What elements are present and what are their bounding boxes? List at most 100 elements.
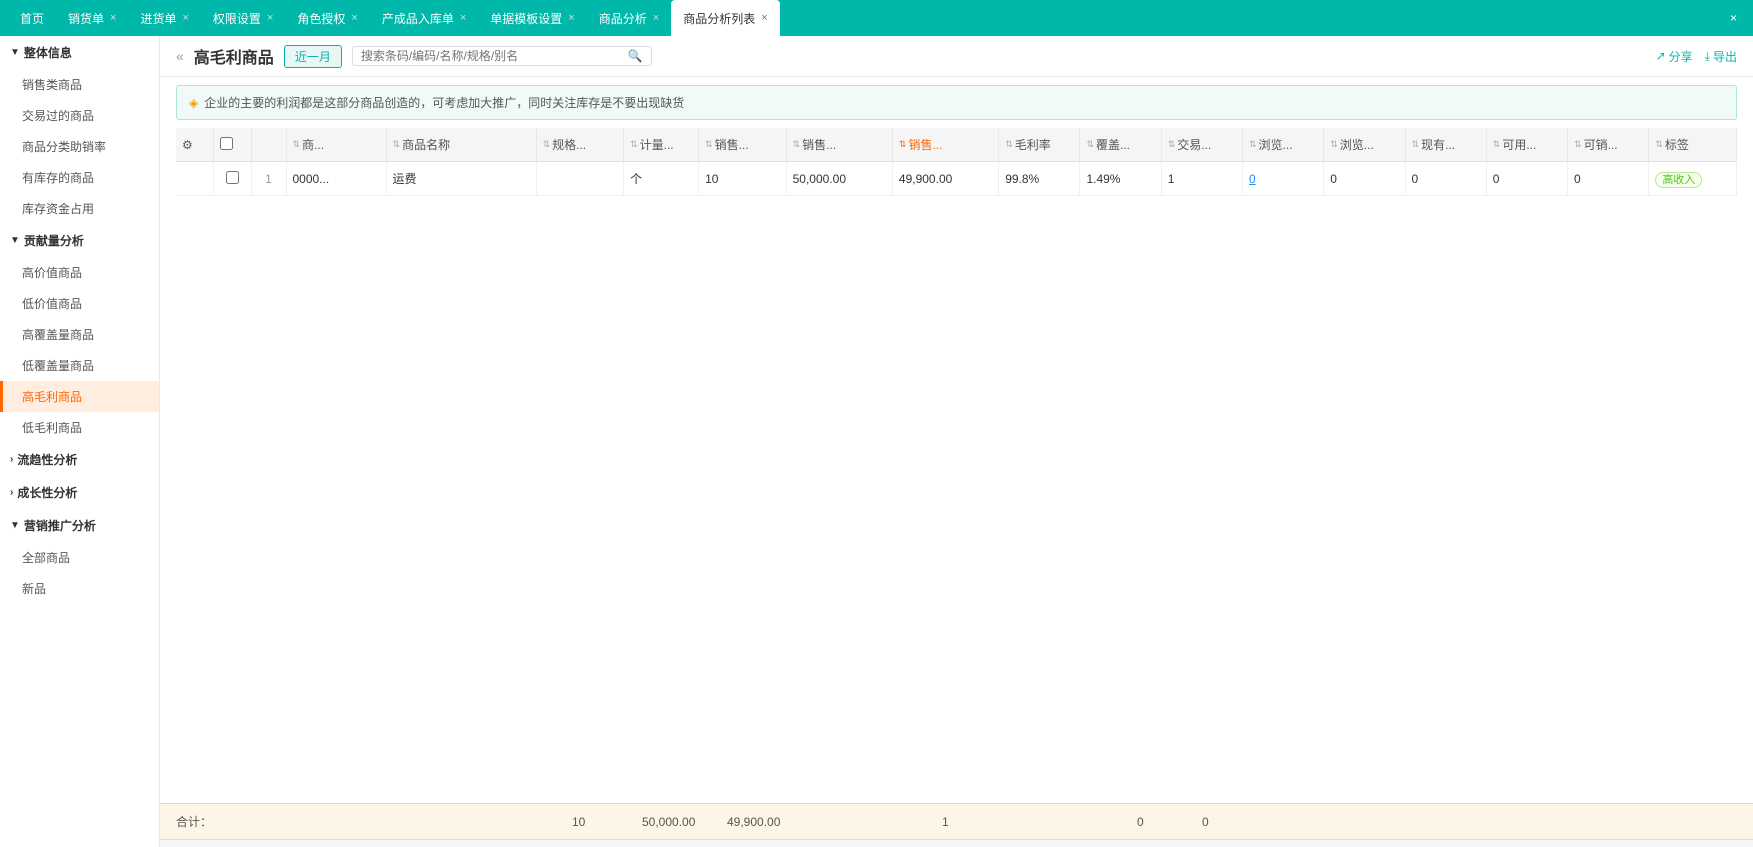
sidebar-item-high-coverage[interactable]: 高覆盖量商品 [0, 319, 159, 350]
sidebar-group-growth[interactable]: › 成长性分析 [0, 476, 159, 509]
nav-product-analysis-list[interactable]: 商品分析列表 × [671, 0, 779, 36]
footer-spacer [256, 815, 566, 829]
table-footer: 合计： 10 50,000.00 49,900.00 1 0 0 [160, 803, 1753, 839]
export-button[interactable]: ⤓ 导出 [1705, 48, 1737, 65]
col-gross-rate[interactable]: ⇅ 毛利率 [999, 128, 1080, 162]
footer-sales2: 50,000.00 [636, 815, 721, 829]
col-saleable[interactable]: ⇅ 可销... [1568, 128, 1649, 162]
select-all-checkbox[interactable] [220, 137, 233, 150]
sidebar-group-trend[interactable]: › 流趋性分析 [0, 443, 159, 476]
col-available[interactable]: ⇅ 可用... [1486, 128, 1567, 162]
cell-browse2: 0 [1324, 162, 1405, 196]
col-unit[interactable]: ⇅ 计量... [624, 128, 699, 162]
sidebar-item-low-margin[interactable]: 低毛利商品 [0, 412, 159, 443]
tag-badge: 高收入 [1655, 172, 1702, 188]
cell-name: 运费 [386, 162, 536, 196]
sidebar-item-all-goods[interactable]: 全部商品 [0, 542, 159, 573]
nav-sales-order[interactable]: 销货单 × [56, 0, 128, 36]
row-checkbox[interactable] [226, 171, 239, 184]
footer-current: 0 [1131, 815, 1196, 829]
sidebar-item-sales-goods[interactable]: 销售类商品 [0, 69, 159, 100]
col-sales1[interactable]: ⇅ 销售... [699, 128, 787, 162]
cell-checkbox [214, 162, 252, 196]
sidebar-item-low-coverage[interactable]: 低覆盖量商品 [0, 350, 159, 381]
footer-browse2 [1066, 815, 1131, 829]
data-table: ⚙ ⇅ 商... [176, 128, 1737, 196]
cell-tag: 高收入 [1649, 162, 1737, 196]
footer-cells: 10 50,000.00 49,900.00 1 0 0 [256, 815, 1737, 829]
col-tag[interactable]: ⇅ 标签 [1649, 128, 1737, 162]
col-sales3[interactable]: ⇅ 销售... [892, 128, 998, 162]
col-name[interactable]: ⇅ 商品名称 [386, 128, 536, 162]
sidebar-item-high-margin[interactable]: 高毛利商品 [0, 381, 159, 412]
nav-product-analysis[interactable]: 商品分析 × [587, 0, 671, 36]
footer-gross-rate [806, 815, 871, 829]
sidebar-group-overall[interactable]: ▼ 整体信息 [0, 36, 159, 69]
cell-code: 0000... [286, 162, 386, 196]
cell-unit: 个 [624, 162, 699, 196]
nav-purchase-order[interactable]: 进货单 × [128, 0, 200, 36]
search-box: 🔍 [352, 46, 652, 66]
nav-permission-settings[interactable]: 权限设置 × [201, 0, 285, 36]
main-layout: ▼ 整体信息 销售类商品 交易过的商品 商品分类助销率 有库存的商品 库存资金占… [0, 36, 1753, 847]
sidebar-item-low-value[interactable]: 低价值商品 [0, 288, 159, 319]
sidebar-item-high-value[interactable]: 高价值商品 [0, 257, 159, 288]
collapse-growth-icon: › [10, 487, 13, 498]
content-header: « 高毛利商品 近一月 🔍 ↗ 分享 ⤓ 导出 [160, 36, 1753, 77]
close-template-settings-icon[interactable]: × [568, 12, 574, 24]
close-permission-settings-icon[interactable]: × [267, 12, 273, 24]
close-role-auth-icon[interactable]: × [351, 12, 357, 24]
col-current[interactable]: ⇅ 现有... [1405, 128, 1486, 162]
sidebar-item-traded-goods[interactable]: 交易过的商品 [0, 100, 159, 131]
cell-coverage: 1.49% [1080, 162, 1161, 196]
top-nav: 首页 销货单 × 进货单 × 权限设置 × 角色授权 × 产成品入库单 × 单据… [0, 0, 1753, 36]
close-product-inbound-icon[interactable]: × [460, 12, 466, 24]
col-coverage[interactable]: ⇅ 覆盖... [1080, 128, 1161, 162]
footer-sales1: 10 [566, 815, 636, 829]
search-icon[interactable]: 🔍 [628, 49, 643, 63]
horizontal-scrollbar[interactable] [160, 839, 1753, 847]
cell-sales3: 49,900.00 [892, 162, 998, 196]
nav-template-settings[interactable]: 单据模板设置 × [478, 0, 586, 36]
sidebar-item-new-goods[interactable]: 新品 [0, 573, 159, 604]
filter-period-button[interactable]: 近一月 [284, 45, 342, 68]
nav-home[interactable]: 首页 [8, 0, 56, 36]
cell-settings [176, 162, 214, 196]
sidebar-collapse-button[interactable]: « [176, 48, 184, 64]
table-header-row: ⚙ ⇅ 商... [176, 128, 1737, 162]
export-icon: ⤓ [1705, 49, 1710, 64]
header-actions: ↗ 分享 ⤓ 导出 [1656, 48, 1737, 65]
close-all-tabs-button[interactable]: × [1722, 9, 1745, 27]
sidebar-item-category-rate[interactable]: 商品分类助销率 [0, 131, 159, 162]
collapse-overall-icon: ▼ [10, 47, 20, 58]
sidebar-group-marketing[interactable]: ▼ 营销推广分析 [0, 509, 159, 542]
cell-available: 0 [1486, 162, 1567, 196]
sidebar-item-in-stock[interactable]: 有库存的商品 [0, 162, 159, 193]
share-icon: ↗ [1656, 49, 1666, 63]
close-product-analysis-list-icon[interactable]: × [761, 12, 767, 24]
nav-role-auth[interactable]: 角色授权 × [285, 0, 369, 36]
col-code[interactable]: ⇅ 商... [286, 128, 386, 162]
nav-product-inbound[interactable]: 产成品入库单 × [370, 0, 478, 36]
col-browse1[interactable]: ⇅ 浏览... [1242, 128, 1323, 162]
close-purchase-order-icon[interactable]: × [182, 12, 188, 24]
content-area: « 高毛利商品 近一月 🔍 ↗ 分享 ⤓ 导出 [160, 36, 1753, 847]
sidebar-item-stock-capital[interactable]: 库存资金占用 [0, 193, 159, 224]
footer-browse1 [1001, 815, 1066, 829]
close-sales-order-icon[interactable]: × [110, 12, 116, 24]
cell-trade: 1 [1161, 162, 1242, 196]
cell-sales2: 50,000.00 [786, 162, 892, 196]
close-product-analysis-icon[interactable]: × [653, 12, 659, 24]
col-sales2[interactable]: ⇅ 销售... [786, 128, 892, 162]
share-button[interactable]: ↗ 分享 [1656, 48, 1693, 65]
page-title: 高毛利商品 [194, 44, 274, 68]
collapse-marketing-icon: ▼ [10, 520, 20, 531]
col-browse2[interactable]: ⇅ 浏览... [1324, 128, 1405, 162]
col-trade[interactable]: ⇅ 交易... [1161, 128, 1242, 162]
col-settings[interactable]: ⚙ [176, 128, 214, 162]
footer-trade: 1 [936, 815, 1001, 829]
sidebar-group-contribution[interactable]: ▼ 贡献量分析 [0, 224, 159, 257]
col-spec[interactable]: ⇅ 规格... [536, 128, 624, 162]
search-input[interactable] [361, 49, 628, 63]
collapse-trend-icon: › [10, 454, 13, 465]
